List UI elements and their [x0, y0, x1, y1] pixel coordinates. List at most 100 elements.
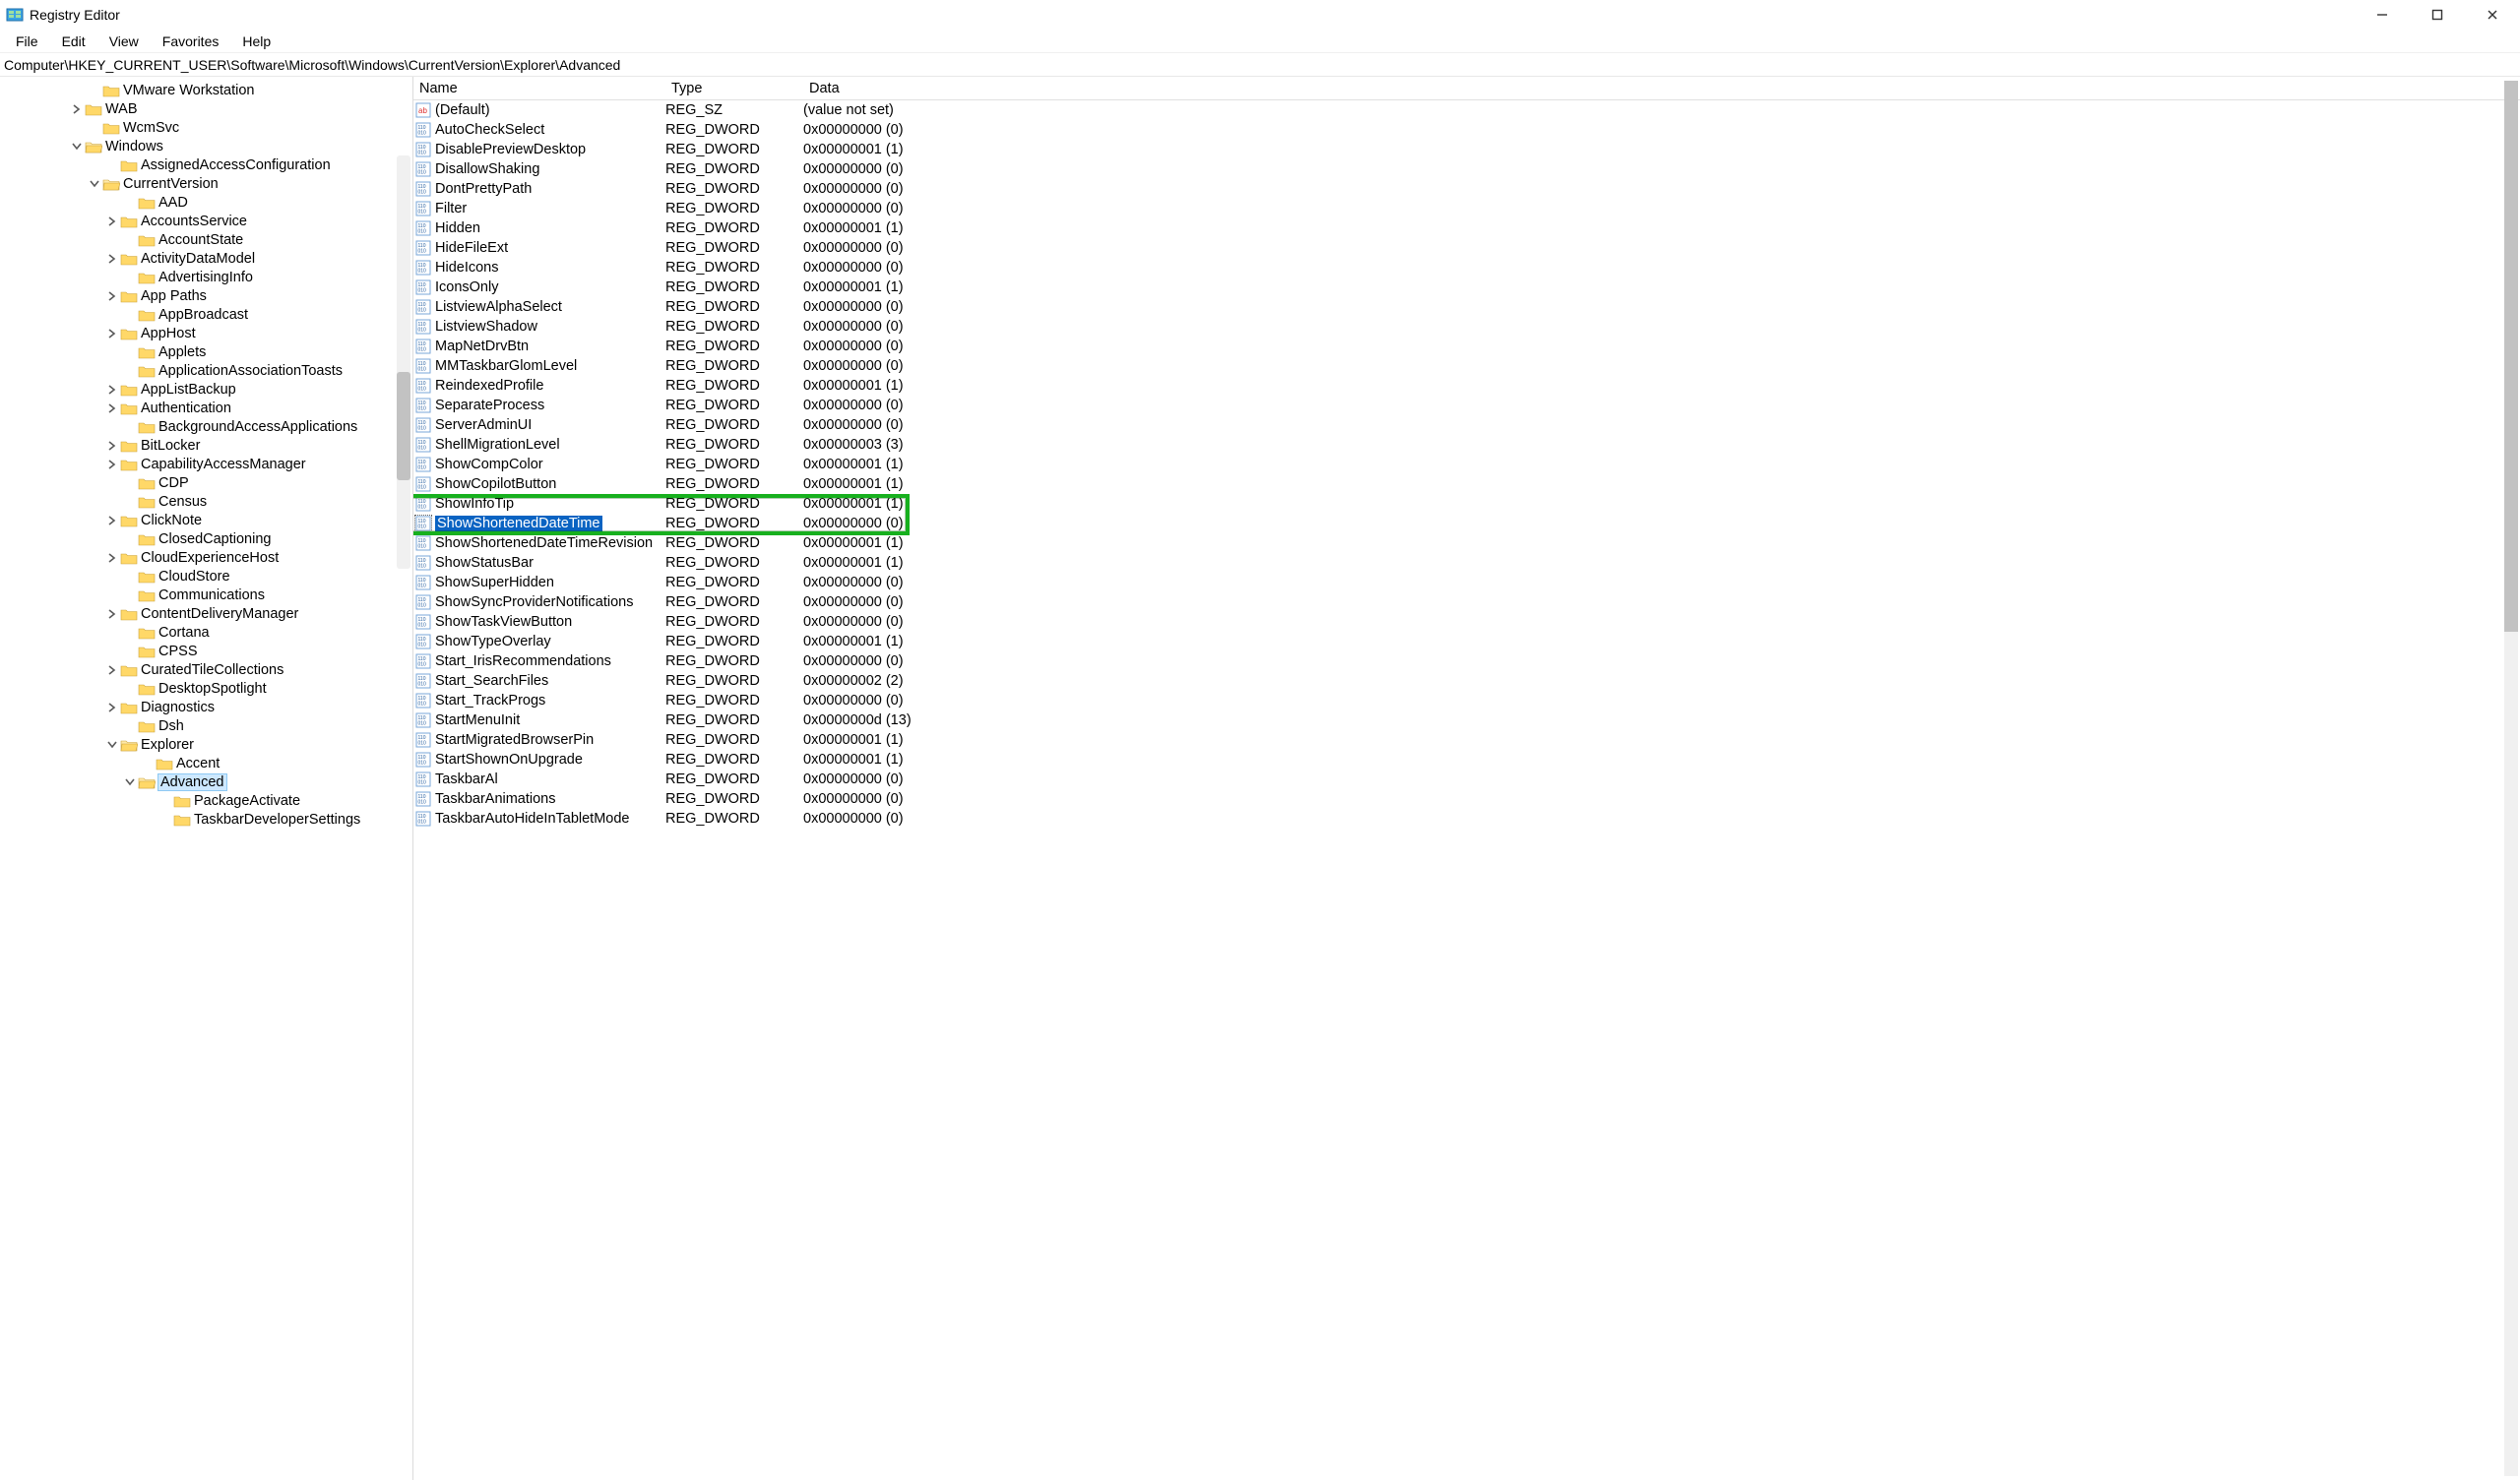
value-row[interactable]: ShowStatusBarREG_DWORD0x00000001 (1) [413, 553, 2520, 573]
column-header-type[interactable]: Type [665, 77, 803, 99]
value-row[interactable]: DisablePreviewDesktopREG_DWORD0x00000001… [413, 140, 2520, 159]
menu-help[interactable]: Help [230, 31, 283, 51]
tree-item[interactable]: CloudStore [0, 567, 412, 586]
value-row[interactable]: Start_TrackProgsREG_DWORD0x00000000 (0) [413, 691, 2520, 710]
tree-item[interactable]: ClosedCaptioning [0, 529, 412, 548]
value-row[interactable]: MapNetDrvBtnREG_DWORD0x00000000 (0) [413, 337, 2520, 356]
value-row[interactable]: DontPrettyPathREG_DWORD0x00000000 (0) [413, 179, 2520, 199]
chevron-down-icon[interactable] [124, 776, 136, 788]
tree-item[interactable]: App Paths [0, 286, 412, 305]
value-row[interactable]: ShowInfoTipREG_DWORD0x00000001 (1) [413, 494, 2520, 514]
chevron-right-icon[interactable] [106, 608, 118, 620]
tree-item[interactable]: PackageActivate [0, 791, 412, 810]
chevron-right-icon[interactable] [106, 515, 118, 526]
tree-item[interactable]: AdvertisingInfo [0, 268, 412, 286]
tree-item[interactable]: AppBroadcast [0, 305, 412, 324]
column-header-data[interactable]: Data [803, 77, 2520, 99]
tree-item[interactable]: Census [0, 492, 412, 511]
value-row[interactable]: ShellMigrationLevelREG_DWORD0x00000003 (… [413, 435, 2520, 455]
tree-item[interactable]: WcmSvc [0, 118, 412, 137]
value-row[interactable]: ListviewShadowREG_DWORD0x00000000 (0) [413, 317, 2520, 337]
tree-scrollbar-track[interactable] [397, 155, 410, 569]
tree-item[interactable]: CuratedTileCollections [0, 660, 412, 679]
chevron-right-icon[interactable] [106, 702, 118, 713]
value-row[interactable]: ShowShortenedDateTimeRevisionREG_DWORD0x… [413, 533, 2520, 553]
tree-item[interactable]: ApplicationAssociationToasts [0, 361, 412, 380]
address-bar[interactable]: Computer\HKEY_CURRENT_USER\Software\Micr… [0, 53, 2520, 77]
tree-item[interactable]: DesktopSpotlight [0, 679, 412, 698]
value-row[interactable]: ServerAdminUIREG_DWORD0x00000000 (0) [413, 415, 2520, 435]
menu-file[interactable]: File [4, 31, 50, 51]
tree-item[interactable]: TaskbarDeveloperSettings [0, 810, 412, 829]
column-header-name[interactable]: Name [413, 77, 665, 99]
value-row[interactable]: ShowTypeOverlayREG_DWORD0x00000001 (1) [413, 632, 2520, 651]
value-row[interactable]: ShowTaskViewButtonREG_DWORD0x00000000 (0… [413, 612, 2520, 632]
tree-item[interactable]: AppListBackup [0, 380, 412, 399]
tree-item[interactable]: CloudExperienceHost [0, 548, 412, 567]
tree-item[interactable]: CPSS [0, 642, 412, 660]
maximize-button[interactable] [2410, 0, 2465, 30]
chevron-right-icon[interactable] [106, 290, 118, 302]
chevron-down-icon[interactable] [89, 178, 100, 190]
tree-scrollbar-thumb[interactable] [397, 372, 410, 480]
menu-view[interactable]: View [97, 31, 151, 51]
value-row[interactable]: (Default)REG_SZ(value not set) [413, 100, 2520, 120]
tree-item[interactable]: Windows [0, 137, 412, 155]
tree-item[interactable]: ClickNote [0, 511, 412, 529]
value-row[interactable]: TaskbarAutoHideInTabletModeREG_DWORD0x00… [413, 809, 2520, 829]
value-row[interactable]: ShowSyncProviderNotificationsREG_DWORD0x… [413, 592, 2520, 612]
tree-item[interactable]: AppHost [0, 324, 412, 342]
tree-item[interactable]: CapabilityAccessManager [0, 455, 412, 473]
chevron-right-icon[interactable] [106, 328, 118, 339]
value-row[interactable]: HiddenREG_DWORD0x00000001 (1) [413, 218, 2520, 238]
value-row[interactable]: IconsOnlyREG_DWORD0x00000001 (1) [413, 278, 2520, 297]
tree-item[interactable]: Communications [0, 586, 412, 604]
minimize-button[interactable] [2355, 0, 2410, 30]
tree-item[interactable]: VMware Workstation [0, 81, 412, 99]
value-row[interactable]: ShowCopilotButtonREG_DWORD0x00000001 (1) [413, 474, 2520, 494]
tree-item[interactable]: WAB [0, 99, 412, 118]
value-row[interactable]: AutoCheckSelectREG_DWORD0x00000000 (0) [413, 120, 2520, 140]
chevron-right-icon[interactable] [106, 664, 118, 676]
tree-item[interactable]: ActivityDataModel [0, 249, 412, 268]
tree-item[interactable]: CurrentVersion [0, 174, 412, 193]
chevron-right-icon[interactable] [106, 459, 118, 470]
chevron-right-icon[interactable] [106, 253, 118, 265]
tree-item[interactable]: AAD [0, 193, 412, 212]
tree-item[interactable]: AccountState [0, 230, 412, 249]
value-row[interactable]: SeparateProcessREG_DWORD0x00000000 (0) [413, 396, 2520, 415]
tree-item[interactable]: Explorer [0, 735, 412, 754]
value-row[interactable]: Start_IrisRecommendationsREG_DWORD0x0000… [413, 651, 2520, 671]
value-row[interactable]: TaskbarAnimationsREG_DWORD0x00000000 (0) [413, 789, 2520, 809]
chevron-right-icon[interactable] [106, 216, 118, 227]
tree-item[interactable]: AccountsService [0, 212, 412, 230]
value-row[interactable]: ShowCompColorREG_DWORD0x00000001 (1) [413, 455, 2520, 474]
value-row[interactable]: HideFileExtREG_DWORD0x00000000 (0) [413, 238, 2520, 258]
chevron-right-icon[interactable] [106, 440, 118, 452]
value-row[interactable]: ReindexedProfileREG_DWORD0x00000001 (1) [413, 376, 2520, 396]
tree-item[interactable]: Authentication [0, 399, 412, 417]
value-row[interactable]: MMTaskbarGlomLevelREG_DWORD0x00000000 (0… [413, 356, 2520, 376]
chevron-right-icon[interactable] [106, 384, 118, 396]
chevron-down-icon[interactable] [71, 141, 83, 153]
tree-item[interactable]: Advanced [0, 772, 412, 791]
chevron-right-icon[interactable] [106, 552, 118, 564]
value-row[interactable]: ShowSuperHiddenREG_DWORD0x00000000 (0) [413, 573, 2520, 592]
value-row[interactable]: StartMigratedBrowserPinREG_DWORD0x000000… [413, 730, 2520, 750]
tree-item[interactable]: BackgroundAccessApplications [0, 417, 412, 436]
value-row[interactable]: HideIconsREG_DWORD0x00000000 (0) [413, 258, 2520, 278]
value-row[interactable]: FilterREG_DWORD0x00000000 (0) [413, 199, 2520, 218]
tree-item[interactable]: Accent [0, 754, 412, 772]
tree-item[interactable]: Applets [0, 342, 412, 361]
tree-item[interactable]: Cortana [0, 623, 412, 642]
value-row[interactable]: ListviewAlphaSelectREG_DWORD0x00000000 (… [413, 297, 2520, 317]
chevron-right-icon[interactable] [71, 103, 83, 115]
value-row[interactable]: Start_SearchFilesREG_DWORD0x00000002 (2) [413, 671, 2520, 691]
value-row[interactable]: StartMenuInitREG_DWORD0x0000000d (13) [413, 710, 2520, 730]
chevron-down-icon[interactable] [106, 739, 118, 751]
menu-favorites[interactable]: Favorites [151, 31, 231, 51]
close-button[interactable] [2465, 0, 2520, 30]
list-scrollbar-thumb[interactable] [2504, 81, 2518, 632]
value-row[interactable]: ShowShortenedDateTimeREG_DWORD0x00000000… [413, 514, 2520, 533]
tree-item[interactable]: Dsh [0, 716, 412, 735]
